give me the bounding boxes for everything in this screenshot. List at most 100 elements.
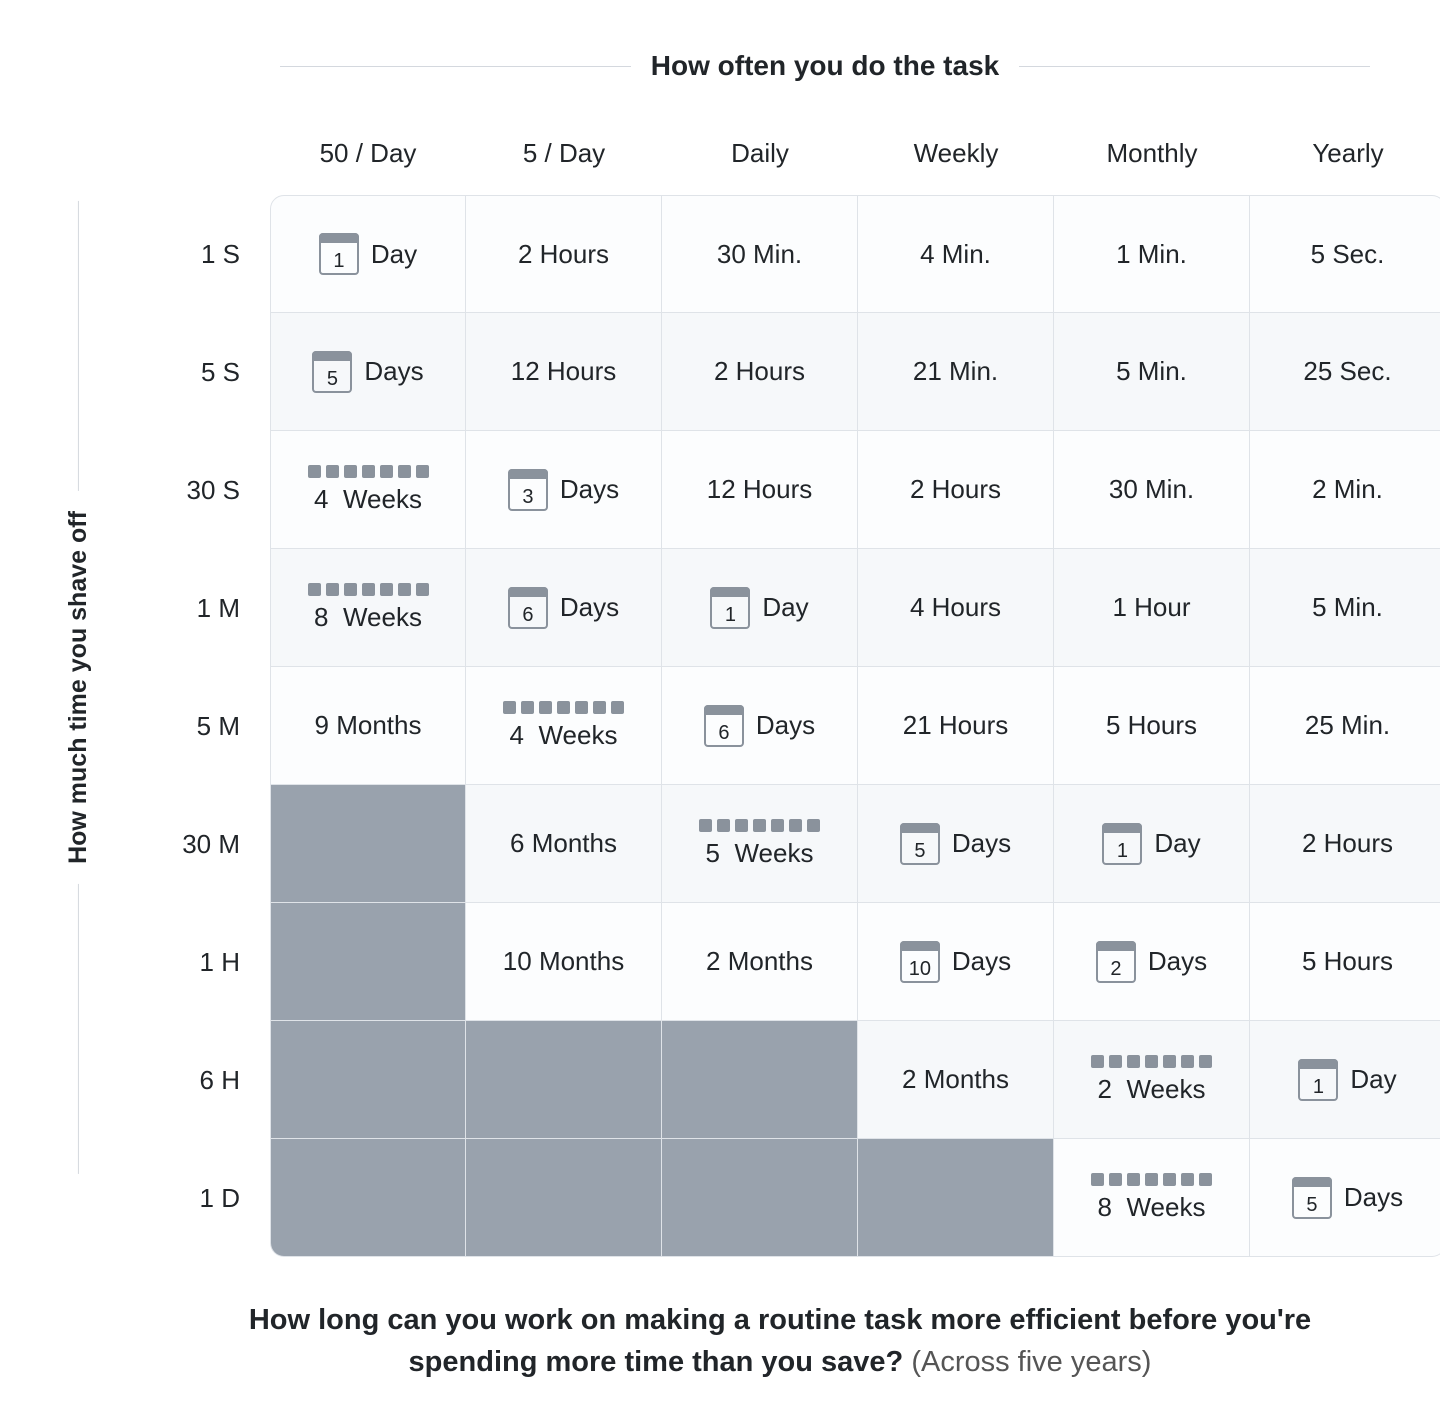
grid-cell: 5 Weeks: [662, 785, 858, 903]
grid-cell: 4 Weeks: [270, 431, 466, 549]
cell-value: 2 Months: [902, 1064, 1009, 1095]
cell-value: Days: [952, 946, 1011, 977]
cell-value: Day: [1350, 1064, 1396, 1095]
cell-value: Day: [762, 592, 808, 623]
column-header: Daily: [662, 118, 858, 195]
grid-cell: 25 Min.: [1250, 667, 1440, 785]
grid-cell: 30 Min.: [1054, 431, 1250, 549]
calendar-icon: 6: [508, 587, 548, 629]
grid-cell: 1 Hour: [1054, 549, 1250, 667]
y-axis-title-container: How much time you shave off: [58, 118, 98, 1257]
calendar-icon: 1: [1298, 1059, 1338, 1101]
cell-value: 5 Min.: [1312, 592, 1383, 623]
cell-value: 30 Min.: [717, 239, 802, 270]
weeks-icon: 8 Weeks: [308, 583, 429, 633]
grid-cell: 6 Months: [466, 785, 662, 903]
time-worth-grid: 50 / Day5 / DayDailyWeeklyMonthlyYearly1…: [92, 118, 1400, 1257]
grid-cell: 5Days: [858, 785, 1054, 903]
grid-cell: 21 Hours: [858, 667, 1054, 785]
grid-cell: 1 Day: [1250, 1021, 1440, 1139]
grid-cell: 1 Day: [270, 195, 466, 313]
grid-cell: 21 Min.: [858, 313, 1054, 431]
grid-cell: [270, 785, 466, 903]
row-header: 1 D: [92, 1139, 270, 1257]
cell-value: 2 Hours: [1302, 828, 1393, 859]
cell-value: 2 Hours: [518, 239, 609, 270]
weeks-icon: 5 Weeks: [699, 819, 820, 869]
row-header: 1 H: [92, 903, 270, 1021]
grid-cell: 5 Sec.: [1250, 195, 1440, 313]
cell-value: 5 Hours: [1106, 710, 1197, 741]
calendar-icon: 5: [900, 823, 940, 865]
cell-value: Days: [560, 592, 619, 623]
grid-cell: 2 Min.: [1250, 431, 1440, 549]
cell-value: 4 Weeks: [314, 484, 422, 515]
calendar-icon: 1: [319, 233, 359, 275]
grid-cell: 2 Months: [662, 903, 858, 1021]
cell-value: 12 Hours: [511, 356, 617, 387]
calendar-icon: 6: [704, 705, 744, 747]
cell-value: 2 Weeks: [1098, 1074, 1206, 1105]
grid-cell: 9 Months: [270, 667, 466, 785]
grid-cell: 2Days: [1054, 903, 1250, 1021]
grid-cell: [270, 903, 466, 1021]
column-header: Monthly: [1054, 118, 1250, 195]
cell-value: 10 Months: [503, 946, 624, 977]
cell-value: 5 Min.: [1116, 356, 1187, 387]
grid-cell: [270, 1139, 466, 1257]
cell-value: 12 Hours: [707, 474, 813, 505]
weeks-icon: 4 Weeks: [308, 465, 429, 515]
cell-value: Days: [1148, 946, 1207, 977]
grid-cell: 1Day: [1054, 785, 1250, 903]
grid-cell: 4 Hours: [858, 549, 1054, 667]
grid-cell: 2 Hours: [858, 431, 1054, 549]
grid-cell: 2 Weeks: [1054, 1021, 1250, 1139]
cell-value: 21 Min.: [913, 356, 998, 387]
cell-value: 2 Min.: [1312, 474, 1383, 505]
cell-value: 5 Weeks: [706, 838, 814, 869]
grid-cell: [270, 1021, 466, 1139]
cell-value: 4 Hours: [910, 592, 1001, 623]
row-header: 5 S: [92, 313, 270, 431]
cell-value: 21 Hours: [903, 710, 1009, 741]
cell-value: Days: [756, 710, 815, 741]
weeks-icon: 4 Weeks: [503, 701, 624, 751]
row-header: 30 S: [92, 431, 270, 549]
cell-value: 4 Weeks: [510, 720, 618, 751]
weeks-icon: 8 Weeks: [1091, 1173, 1212, 1223]
grid-cell: 2 Months: [858, 1021, 1054, 1139]
cell-value: Day: [371, 239, 417, 270]
calendar-icon: 5: [312, 351, 352, 393]
grid-cell: 12 Hours: [662, 431, 858, 549]
cell-value: 25 Sec.: [1303, 356, 1391, 387]
x-axis-title-container: How often you do the task: [280, 50, 1370, 82]
cell-value: 8 Weeks: [1098, 1192, 1206, 1223]
grid-cell: [466, 1139, 662, 1257]
grid-cell: 5 Days: [270, 313, 466, 431]
cell-value: 25 Min.: [1305, 710, 1390, 741]
cell-value: 6 Months: [510, 828, 617, 859]
grid-cell: 2 Hours: [662, 313, 858, 431]
y-axis-title: How much time you shave off: [64, 511, 93, 864]
grid-cell: [858, 1139, 1054, 1257]
column-header: 5 / Day: [466, 118, 662, 195]
cell-value: Days: [364, 356, 423, 387]
grid-cell: 5 Hours: [1054, 667, 1250, 785]
cell-value: Days: [1344, 1182, 1403, 1213]
grid-cell: 30 Min.: [662, 195, 858, 313]
cell-value: 30 Min.: [1109, 474, 1194, 505]
grid-cell: 5 Min.: [1054, 313, 1250, 431]
grid-cell: 6 Days: [466, 549, 662, 667]
column-header: 50 / Day: [270, 118, 466, 195]
column-header: Yearly: [1250, 118, 1440, 195]
cell-value: 5 Sec.: [1311, 239, 1385, 270]
calendar-icon: 3: [508, 469, 548, 511]
grid-cell: [662, 1139, 858, 1257]
caption-note: (Across five years): [903, 1346, 1151, 1378]
grid-cell: 1Day: [662, 549, 858, 667]
cell-value: 2 Hours: [714, 356, 805, 387]
calendar-icon: 5: [1292, 1177, 1332, 1219]
cell-value: Days: [560, 474, 619, 505]
cell-value: 9 Months: [315, 710, 422, 741]
row-header: 1 M: [92, 549, 270, 667]
